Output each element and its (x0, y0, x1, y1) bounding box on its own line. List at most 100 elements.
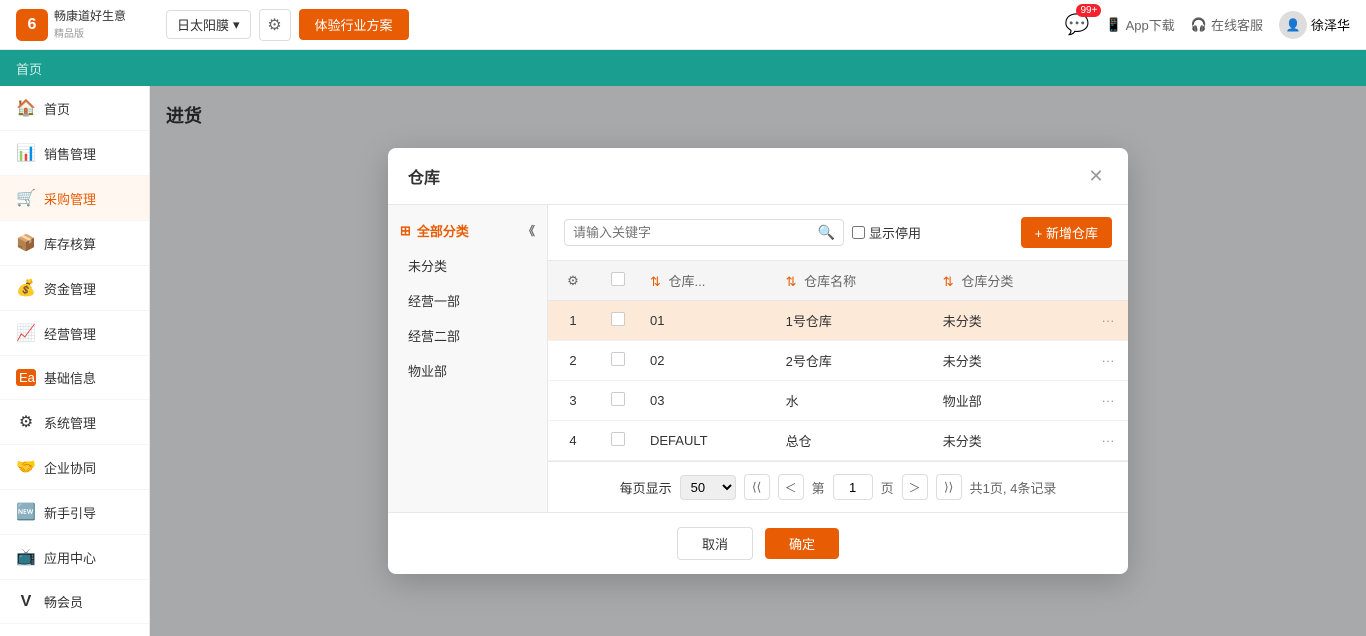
header-center: 日太阳膜 ▾ ⚙ 体验行业方案 (166, 9, 1065, 41)
show-disabled-checkbox[interactable] (852, 226, 865, 239)
logo-icon: 6 (16, 9, 48, 41)
notification-badge: 99+ (1076, 4, 1101, 17)
notification-area[interactable]: 💬 99+ (1065, 12, 1090, 37)
sidebar-item-inventory[interactable]: 📦 库存核算 (0, 221, 149, 266)
sidebar-item-home[interactable]: 🏠 首页 (0, 86, 149, 131)
online-service-link[interactable]: 🎧 在线客服 (1191, 15, 1263, 34)
sidebar-item-enterprise[interactable]: 🤝 企业协同 (0, 445, 149, 490)
row-checkbox-cell[interactable] (598, 381, 638, 421)
purchase-icon: 🛒 (16, 188, 36, 208)
sidebar-item-finance[interactable]: 💰 资金管理 (0, 266, 149, 311)
row-actions[interactable]: ··· (1088, 341, 1128, 381)
sidebar-label-app-center: 应用中心 (44, 548, 96, 567)
main-layout: 🏠 首页 📊 销售管理 🛒 采购管理 📦 库存核算 💰 资金管理 📈 经营管理 … (0, 86, 1366, 636)
table-row[interactable]: 2 02 2号仓库 未分类 ··· (548, 341, 1128, 381)
sidebar: 🏠 首页 📊 销售管理 🛒 采购管理 📦 库存核算 💰 资金管理 📈 经营管理 … (0, 86, 150, 636)
row-checkbox-cell[interactable] (598, 421, 638, 461)
warehouse-dialog: 仓库 ✕ ⊞ 全部分类 《 未分类 经营一部 经营二部 (388, 148, 1128, 574)
category-header-label: 全部分类 (417, 221, 469, 240)
sidebar-item-basic-info[interactable]: Ea 基础信息 (0, 356, 149, 400)
system-icon: ⚙ (16, 412, 36, 432)
breadcrumb-home[interactable]: 首页 (16, 62, 42, 77)
membership-icon: V (16, 593, 36, 611)
row-checkbox[interactable] (611, 392, 625, 406)
row-name: 水 (774, 381, 931, 421)
sidebar-label-guide: 新手引导 (44, 503, 96, 522)
brand-name: 畅康道好生意 (54, 9, 126, 25)
table-row[interactable]: 1 01 1号仓库 未分类 ··· (548, 301, 1128, 341)
app-download-link[interactable]: 📱 App下载 (1105, 15, 1174, 34)
select-all-checkbox[interactable] (611, 272, 625, 286)
dialog-toolbar: 🔍 显示停用 + 新增仓库 (548, 205, 1128, 261)
headset-icon: 🎧 (1191, 17, 1207, 33)
row-category: 物业部 (931, 381, 1088, 421)
confirm-button[interactable]: 确定 (765, 528, 839, 559)
category-sidebar: ⊞ 全部分类 《 未分类 经营一部 经营二部 物业部 (388, 205, 548, 512)
sidebar-label-system: 系统管理 (44, 413, 96, 432)
avatar: 👤 (1279, 11, 1307, 39)
sidebar-label-operations: 经营管理 (44, 324, 96, 343)
guide-icon: 🆕 (16, 502, 36, 522)
show-disabled-text: 显示停用 (869, 223, 921, 242)
sort-icon-category: ⇅ (943, 274, 954, 289)
sidebar-label-membership: 畅会员 (44, 592, 83, 611)
row-gear: 4 (548, 421, 598, 461)
page-number-input[interactable] (833, 474, 873, 500)
per-page-select[interactable]: 50 100 200 (680, 475, 736, 500)
sidebar-item-app-center[interactable]: 📺 应用中心 (0, 535, 149, 580)
row-checkbox[interactable] (611, 432, 625, 446)
sidebar-item-sales[interactable]: 📊 销售管理 (0, 131, 149, 176)
row-name: 总仓 (774, 421, 931, 461)
category-item-dept2[interactable]: 经营二部 (388, 318, 547, 353)
search-input[interactable] (573, 225, 818, 240)
trial-button[interactable]: 体验行业方案 (299, 9, 409, 40)
row-checkbox[interactable] (611, 352, 625, 366)
sidebar-item-purchase[interactable]: 🛒 采购管理 (0, 176, 149, 221)
sidebar-item-operations[interactable]: 📈 经营管理 (0, 311, 149, 356)
category-item-unclassified[interactable]: 未分类 (388, 248, 547, 283)
table-row[interactable]: 3 03 水 物业部 ··· (548, 381, 1128, 421)
cancel-button[interactable]: 取消 (677, 527, 753, 560)
sidebar-item-membership[interactable]: V 畅会员 (0, 580, 149, 624)
first-page-button[interactable]: ⟨⟨ (744, 474, 770, 500)
row-checkbox[interactable] (611, 312, 625, 326)
online-service-label: 在线客服 (1211, 15, 1263, 34)
category-item-property[interactable]: 物业部 (388, 353, 547, 388)
user-avatar-area[interactable]: 👤 徐泽华 (1279, 11, 1350, 39)
sort-icon-name: ⇅ (786, 274, 797, 289)
search-icon: 🔍 (818, 224, 835, 241)
next-page-button[interactable]: ＞ (902, 474, 928, 500)
row-gear: 1 (548, 301, 598, 341)
sidebar-item-system[interactable]: ⚙ 系统管理 (0, 400, 149, 445)
per-page-label: 每页显示 (620, 478, 672, 497)
row-code: DEFAULT (638, 421, 774, 461)
row-category: 未分类 (931, 421, 1088, 461)
last-page-button[interactable]: ⟩⟩ (936, 474, 962, 500)
table-row[interactable]: 4 DEFAULT 总仓 未分类 ··· (548, 421, 1128, 461)
sidebar-label-finance: 资金管理 (44, 279, 96, 298)
mobile-icon: 📱 (1105, 17, 1121, 33)
row-checkbox-cell[interactable] (598, 341, 638, 381)
store-name: 日太阳膜 (177, 15, 229, 34)
row-actions[interactable]: ··· (1088, 421, 1128, 461)
add-warehouse-button[interactable]: + 新增仓库 (1021, 217, 1112, 248)
warehouse-table-wrapper: ⚙ ⇅ 仓库... ⇅ 仓库名称 (548, 261, 1128, 461)
row-actions[interactable]: ··· (1088, 301, 1128, 341)
logo-area: 6 畅康道好生意 精品版 (16, 9, 166, 41)
row-checkbox-cell[interactable] (598, 301, 638, 341)
page-label-prefix: 第 (812, 478, 825, 497)
sidebar-item-guide[interactable]: 🆕 新手引导 (0, 490, 149, 535)
row-actions[interactable]: ··· (1088, 381, 1128, 421)
username-label: 徐泽华 (1311, 15, 1350, 34)
basic-info-icon: Ea (16, 369, 36, 386)
close-button[interactable]: ✕ (1084, 164, 1108, 188)
prev-page-button[interactable]: ＜ (778, 474, 804, 500)
sort-icon-code: ⇅ (650, 274, 661, 289)
store-select[interactable]: 日太阳膜 ▾ (166, 10, 251, 39)
settings-button[interactable]: ⚙ (259, 9, 291, 41)
row-category: 未分类 (931, 341, 1088, 381)
page-total: 共1页, 4条记录 (970, 478, 1057, 497)
collapse-button[interactable]: 《 (523, 222, 535, 239)
category-item-dept1[interactable]: 经营一部 (388, 283, 547, 318)
show-disabled-label[interactable]: 显示停用 (852, 223, 921, 242)
